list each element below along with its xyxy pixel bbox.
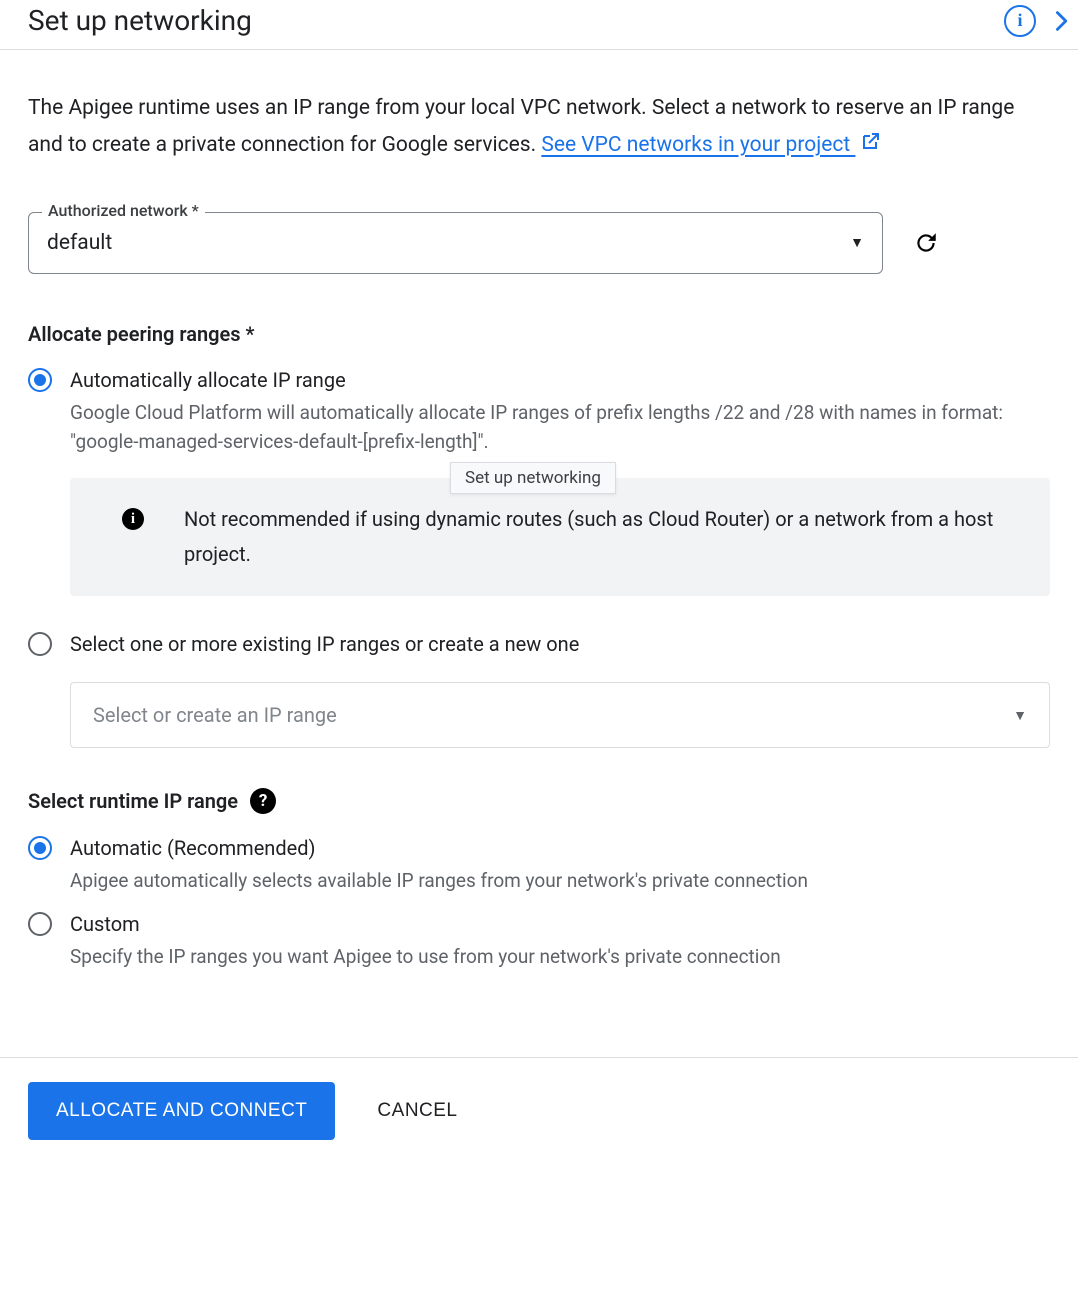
- radio-runtime-auto-label[interactable]: Automatic (Recommended): [70, 834, 1050, 862]
- radio-existing-range-control[interactable]: [28, 632, 52, 656]
- runtime-section-title-row: Select runtime IP range ?: [28, 788, 1050, 814]
- info-icon[interactable]: i: [1004, 5, 1036, 37]
- runtime-section-title: Select runtime IP range: [28, 789, 238, 813]
- radio-runtime-custom-label[interactable]: Custom: [70, 910, 1050, 938]
- radio-runtime-auto-content: Automatic (Recommended) Apigee automatic…: [70, 834, 1050, 895]
- radio-runtime-auto-control[interactable]: [28, 836, 52, 860]
- cancel-button[interactable]: CANCEL: [377, 1100, 457, 1122]
- radio-auto-allocate-control[interactable]: [28, 368, 52, 392]
- radio-existing-range-content: Select one or more existing IP ranges or…: [70, 630, 1050, 658]
- radio-runtime-custom: Custom Specify the IP ranges you want Ap…: [28, 910, 1050, 971]
- radio-runtime-custom-desc: Specify the IP ranges you want Apigee to…: [70, 942, 1050, 971]
- radio-checked-dot: [34, 842, 46, 854]
- radio-runtime-auto-desc: Apigee automatically selects available I…: [70, 866, 1050, 895]
- dropdown-arrow-icon: ▼: [1013, 707, 1027, 724]
- authorized-network-row: Authorized network * default ▼: [28, 212, 1050, 274]
- radio-runtime-auto: Automatic (Recommended) Apigee automatic…: [28, 834, 1050, 895]
- authorized-network-select[interactable]: default ▼: [28, 212, 883, 274]
- info-filled-icon: i: [122, 508, 144, 530]
- ip-range-placeholder: Select or create an IP range: [93, 703, 337, 727]
- description-text: The Apigee runtime uses an IP range from…: [28, 90, 1050, 164]
- help-icon[interactable]: ?: [250, 788, 276, 814]
- radio-checked-dot: [34, 374, 46, 386]
- tooltip: Set up networking: [450, 462, 616, 494]
- dialog-footer: ALLOCATE AND CONNECT CANCEL: [0, 1057, 1078, 1164]
- radio-auto-allocate-label[interactable]: Automatically allocate IP range: [70, 366, 1050, 394]
- radio-auto-allocate-content: Automatically allocate IP range Google C…: [70, 366, 1050, 457]
- allocate-connect-button[interactable]: ALLOCATE AND CONNECT: [28, 1082, 335, 1140]
- radio-auto-allocate: Automatically allocate IP range Google C…: [28, 366, 1050, 457]
- ip-range-select[interactable]: Select or create an IP range ▼: [70, 682, 1050, 748]
- authorized-network-label: Authorized network *: [42, 201, 205, 220]
- radio-runtime-custom-content: Custom Specify the IP ranges you want Ap…: [70, 910, 1050, 971]
- external-link-icon: [861, 127, 879, 164]
- radio-existing-range: Select one or more existing IP ranges or…: [28, 630, 1050, 658]
- page-title: Set up networking: [28, 4, 252, 37]
- chevron-right-icon[interactable]: [1056, 7, 1070, 35]
- dropdown-arrow-icon: ▼: [850, 234, 864, 251]
- allocate-peering-section-title: Allocate peering ranges *: [28, 322, 1050, 346]
- callout-text: Not recommended if using dynamic routes …: [184, 502, 1020, 572]
- radio-auto-allocate-desc: Google Cloud Platform will automatically…: [70, 398, 1050, 457]
- header-icons: i: [1004, 5, 1062, 37]
- radio-existing-range-label[interactable]: Select one or more existing IP ranges or…: [70, 630, 1050, 658]
- dialog-content: The Apigee runtime uses an IP range from…: [0, 50, 1078, 1007]
- authorized-network-select-wrapper: Authorized network * default ▼: [28, 212, 883, 274]
- dialog-header: Set up networking i: [0, 0, 1078, 50]
- vpc-networks-link[interactable]: See VPC networks in your project: [541, 133, 879, 157]
- authorized-network-value: default: [47, 231, 112, 255]
- radio-runtime-custom-control[interactable]: [28, 912, 52, 936]
- info-callout: Set up networking i Not recommended if u…: [70, 478, 1050, 596]
- refresh-icon[interactable]: [913, 230, 939, 256]
